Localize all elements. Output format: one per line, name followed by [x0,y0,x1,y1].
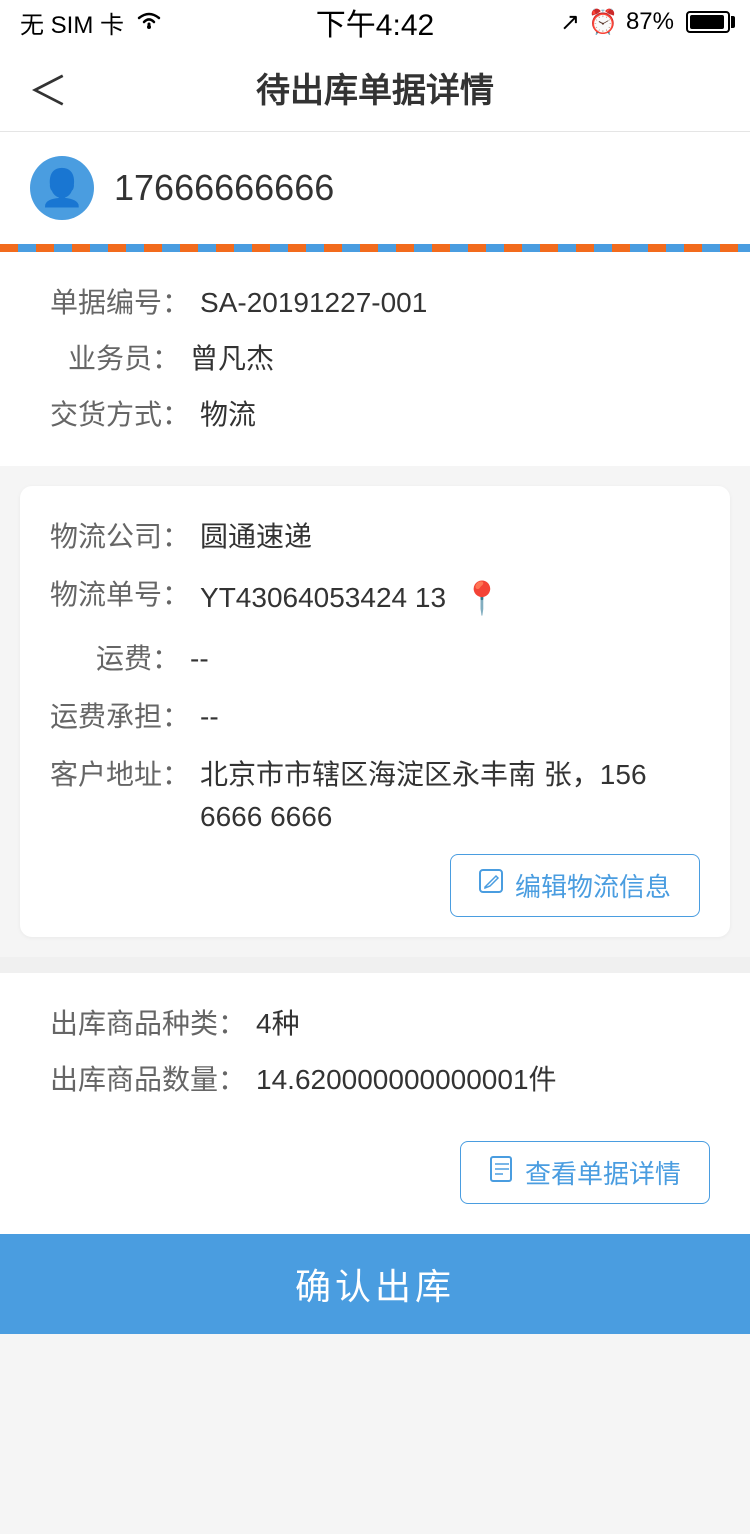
view-doc-button-wrap: 查看单据详情 [0,1121,750,1234]
order-number-label: 单据编号： [50,282,190,324]
wifi-icon [134,8,164,37]
delivery-label: 交货方式： [50,394,190,436]
view-doc-button[interactable]: 查看单据详情 [460,1141,710,1204]
order-info-section: 单据编号： SA-20191227-001 业务员： 曾凡杰 交货方式： 物流 [0,252,750,466]
freight-label: 运费： [50,638,180,680]
freight-bear-row: 运费承担： -- [50,696,700,738]
tracking-number-row: 物流单号： YT43064053424 13 📍 [50,574,700,622]
carrier-text: 无 SIM 卡 [20,5,124,40]
logistics-company-value: 圆通速递 [190,516,700,558]
section-divider [0,957,750,973]
goods-qty-label: 出库商品数量： [50,1059,246,1101]
order-number-row: 单据编号： SA-20191227-001 [50,282,700,324]
freight-value: -- [180,638,700,680]
edit-icon [479,869,505,902]
delivery-value: 物流 [190,394,700,436]
edit-logistics-label: 编辑物流信息 [515,867,671,904]
tracking-value: YT43064053424 13 [190,577,446,619]
freight-bear-label: 运费承担： [50,696,190,738]
avatar: 👤 [30,156,94,220]
staff-value: 曾凡杰 [180,338,700,380]
alarm-icon: ⏰ [588,8,618,37]
map-pin-icon[interactable]: 📍 [462,574,502,622]
location-status-icon: ↗ [560,8,580,37]
freight-row: 运费： -- [50,638,700,680]
view-doc-label: 查看单据详情 [525,1154,681,1191]
goods-type-label: 出库商品种类： [50,1003,246,1045]
address-value: 北京市市辖区海淀区永丰南 张，156 6666 6666 [190,754,700,838]
dashed-separator [0,244,750,252]
confirm-button-label: 确认出库 [295,1258,455,1310]
page-title: 待出库单据详情 [256,63,494,112]
staff-label: 业务员： [50,338,180,380]
address-row: 客户地址： 北京市市辖区海淀区永丰南 张，156 6666 6666 [50,754,700,838]
tracking-label: 物流单号： [50,574,190,616]
customer-header: 👤 17666666666 [0,132,750,244]
confirm-button-wrap: 确认出库 [0,1234,750,1334]
logistics-company-label: 物流公司： [50,516,190,558]
edit-logistics-button-wrap: 编辑物流信息 [50,854,700,917]
back-button[interactable]: ＜ [28,59,68,117]
nav-bar: ＜ 待出库单据详情 [0,44,750,132]
edit-logistics-button[interactable]: 编辑物流信息 [450,854,700,917]
person-icon: 👤 [40,167,85,209]
delivery-row: 交货方式： 物流 [50,394,700,436]
status-bar-left: 无 SIM 卡 [20,5,164,40]
address-label: 客户地址： [50,754,190,796]
goods-type-value: 4种 [246,1003,700,1045]
order-number-value: SA-20191227-001 [190,282,700,324]
status-bar-time: 下午4:42 [316,0,434,44]
status-bar: 无 SIM 卡 下午4:42 ↗ ⏰ 87% [0,0,750,44]
battery-percent: 87% [626,8,674,36]
staff-row: 业务员： 曾凡杰 [50,338,700,380]
goods-qty-value: 14.620000000000001件 [246,1059,700,1101]
battery-icon [686,11,730,33]
goods-type-row: 出库商品种类： 4种 [50,1003,700,1045]
document-icon [489,1156,515,1189]
customer-phone: 17666666666 [114,167,334,209]
goods-section: 出库商品种类： 4种 出库商品数量： 14.620000000000001件 [0,973,750,1121]
logistics-company-row: 物流公司： 圆通速递 [50,516,700,558]
freight-bear-value: -- [190,696,700,738]
goods-qty-row: 出库商品数量： 14.620000000000001件 [50,1059,700,1101]
status-bar-right: ↗ ⏰ 87% [560,8,730,37]
confirm-button[interactable]: 确认出库 [0,1234,750,1334]
logistics-card: 物流公司： 圆通速递 物流单号： YT43064053424 13 📍 运费： … [20,486,730,937]
